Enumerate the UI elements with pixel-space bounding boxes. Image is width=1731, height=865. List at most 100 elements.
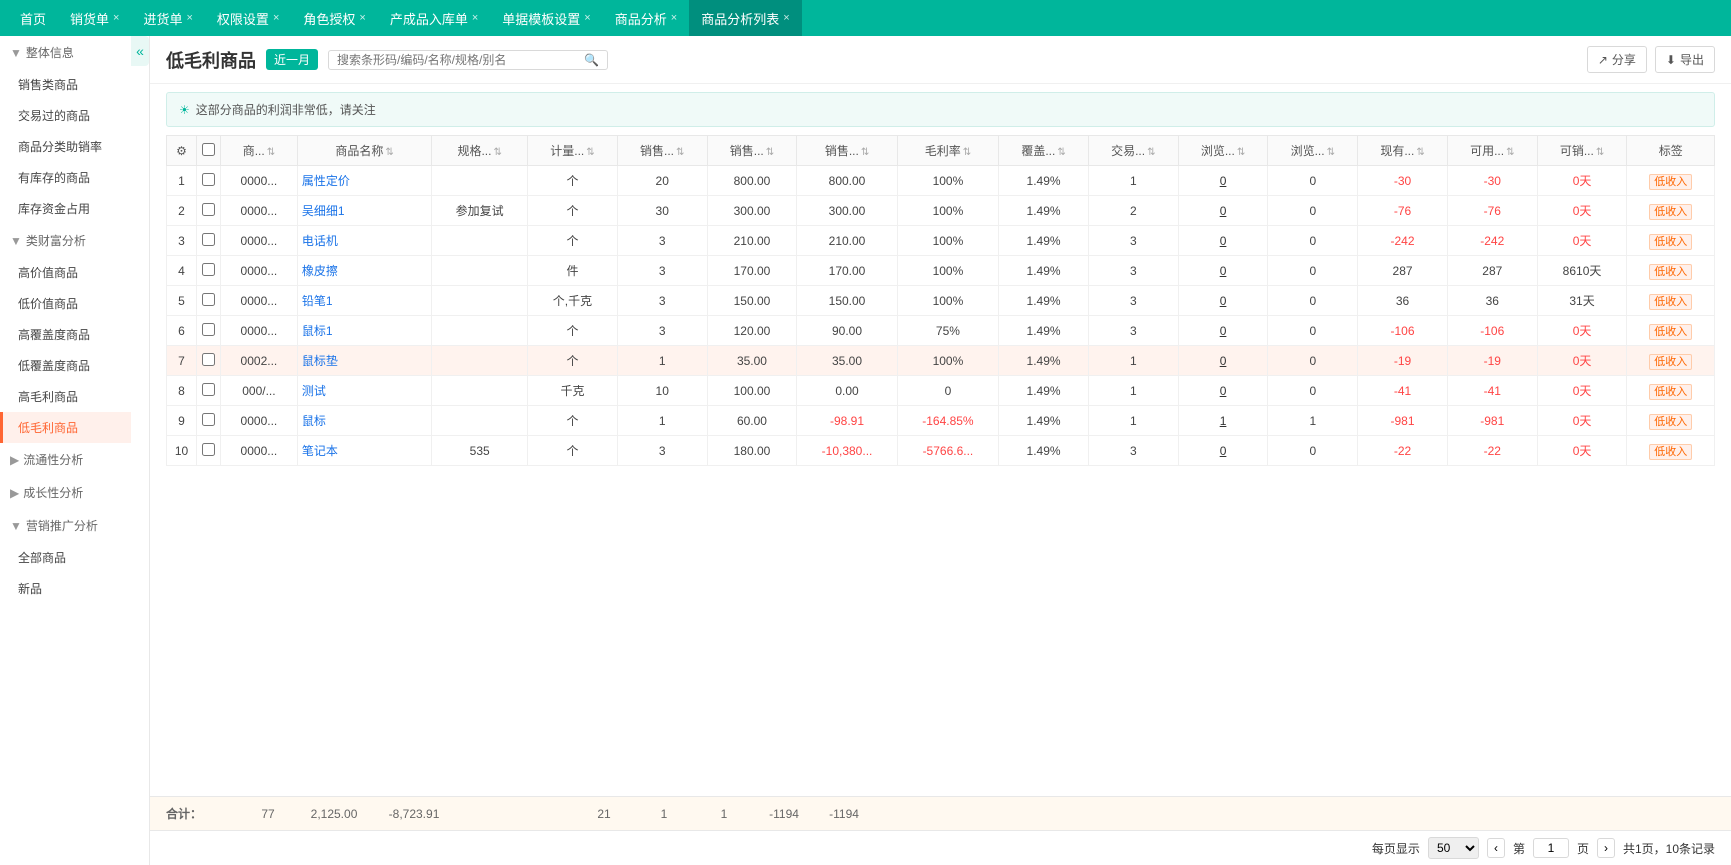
sidebar-item-all-goods[interactable]: 全部商品 (0, 542, 131, 573)
cell-browse1[interactable]: 0 (1178, 256, 1268, 286)
sidebar-item-category-rate[interactable]: 商品分类助销率 (0, 131, 131, 162)
cell-checkbox[interactable] (197, 196, 221, 226)
sidebar-group-wealth[interactable]: ▼ 类财富分析 (0, 224, 131, 257)
sort-sales2-icon[interactable]: ⇅ (766, 147, 774, 158)
sidebar-group-overall[interactable]: ▼ 整体信息 (0, 36, 131, 69)
nav-item-perms[interactable]: 权限设置 × (205, 0, 291, 36)
sidebar-group-liquidity[interactable]: ▶ 流通性分析 (0, 443, 131, 476)
row-checkbox[interactable] (202, 263, 215, 276)
cell-name[interactable]: 鼠标垫 (297, 346, 431, 376)
export-button[interactable]: ⬇ 导出 (1655, 46, 1715, 73)
row-checkbox[interactable] (202, 383, 215, 396)
close-purchase-icon[interactable]: × (186, 12, 192, 24)
close-sales-icon[interactable]: × (113, 12, 119, 24)
sort-unit-icon[interactable]: ⇅ (586, 147, 594, 158)
sidebar-item-high-coverage[interactable]: 高覆盖度商品 (0, 319, 131, 350)
cell-checkbox[interactable] (197, 316, 221, 346)
row-checkbox[interactable] (202, 203, 215, 216)
sidebar-item-new-goods[interactable]: 新品 (0, 573, 131, 604)
cell-checkbox[interactable] (197, 376, 221, 406)
nav-item-template[interactable]: 单据模板设置 × (490, 0, 602, 36)
cell-checkbox[interactable] (197, 436, 221, 466)
cell-browse1[interactable]: 0 (1178, 316, 1268, 346)
sort-browse2-icon[interactable]: ⇅ (1327, 147, 1335, 158)
cell-checkbox[interactable] (197, 346, 221, 376)
sort-transaction-icon[interactable]: ⇅ (1147, 147, 1155, 158)
prev-page-button[interactable]: ‹ (1487, 838, 1505, 858)
sidebar-group-growth[interactable]: ▶ 成长性分析 (0, 476, 131, 509)
search-input[interactable] (337, 53, 584, 67)
nav-item-purchase[interactable]: 进货单 × (131, 0, 204, 36)
sort-gross-icon[interactable]: ⇅ (963, 147, 971, 158)
cell-checkbox[interactable] (197, 226, 221, 256)
cell-checkbox[interactable] (197, 286, 221, 316)
cell-checkbox[interactable] (197, 166, 221, 196)
close-perms-icon[interactable]: × (273, 12, 279, 24)
cell-name[interactable]: 电话机 (297, 226, 431, 256)
row-checkbox[interactable] (202, 353, 215, 366)
sidebar-item-high-margin[interactable]: 高毛利商品 (0, 381, 131, 412)
cell-name[interactable]: 属性定价 (297, 166, 431, 196)
close-roles-icon[interactable]: × (359, 12, 365, 24)
sidebar-item-low-coverage[interactable]: 低覆盖度商品 (0, 350, 131, 381)
per-page-select[interactable]: 50 100 200 (1428, 837, 1479, 859)
sidebar-item-low-margin[interactable]: 低毛利商品 (0, 412, 131, 443)
cell-browse1[interactable]: 0 (1178, 226, 1268, 256)
cell-checkbox[interactable] (197, 256, 221, 286)
row-checkbox[interactable] (202, 443, 215, 456)
sort-name-icon[interactable]: ⇅ (385, 147, 393, 158)
cell-browse1[interactable]: 1 (1178, 406, 1268, 436)
sidebar-item-low-value[interactable]: 低价值商品 (0, 288, 131, 319)
next-page-button[interactable]: › (1597, 838, 1615, 858)
sidebar-collapse-button[interactable]: « (131, 36, 149, 66)
close-template-icon[interactable]: × (584, 12, 590, 24)
sidebar-item-high-value[interactable]: 高价值商品 (0, 257, 131, 288)
page-input[interactable] (1533, 838, 1569, 858)
nav-item-roles[interactable]: 角色授权 × (291, 0, 377, 36)
row-checkbox[interactable] (202, 413, 215, 426)
cell-name[interactable]: 吴细细1 (297, 196, 431, 226)
cell-browse1[interactable]: 0 (1178, 196, 1268, 226)
close-product-in-icon[interactable]: × (472, 12, 478, 24)
th-settings[interactable]: ⚙ (167, 136, 197, 166)
sort-stock-icon[interactable]: ⇅ (1416, 147, 1424, 158)
cell-browse1[interactable]: 0 (1178, 166, 1268, 196)
cell-name[interactable]: 橡皮擦 (297, 256, 431, 286)
sidebar-item-in-stock[interactable]: 有库存的商品 (0, 162, 131, 193)
sort-sales1-icon[interactable]: ⇅ (676, 147, 684, 158)
row-checkbox[interactable] (202, 323, 215, 336)
cell-browse1[interactable]: 0 (1178, 286, 1268, 316)
close-analysis-icon[interactable]: × (671, 12, 677, 24)
row-checkbox[interactable] (202, 233, 215, 246)
sort-sales3-icon[interactable]: ⇅ (861, 147, 869, 158)
select-all-checkbox[interactable] (202, 143, 215, 156)
cell-name[interactable]: 鼠标1 (297, 316, 431, 346)
sidebar-item-sales-goods[interactable]: 销售类商品 (0, 69, 131, 100)
sort-browse1-icon[interactable]: ⇅ (1237, 147, 1245, 158)
sort-available-icon[interactable]: ⇅ (1506, 147, 1514, 158)
cell-name[interactable]: 笔记本 (297, 436, 431, 466)
nav-item-sales[interactable]: 销货单 × (58, 0, 131, 36)
sidebar-group-marketing[interactable]: ▼ 营销推广分析 (0, 509, 131, 542)
close-analysis-list-icon[interactable]: × (783, 12, 789, 24)
nav-item-home[interactable]: 首页 (8, 0, 58, 36)
sort-spec-icon[interactable]: ⇅ (493, 147, 501, 158)
search-icon[interactable]: 🔍 (584, 53, 599, 67)
sidebar-item-traded-goods[interactable]: 交易过的商品 (0, 100, 131, 131)
nav-item-product-in[interactable]: 产成品入库单 × (378, 0, 490, 36)
cell-browse1[interactable]: 0 (1178, 346, 1268, 376)
sort-coverage-icon[interactable]: ⇅ (1057, 147, 1065, 158)
nav-item-analysis[interactable]: 商品分析 × (603, 0, 689, 36)
period-tag-button[interactable]: 近一月 (266, 49, 318, 70)
row-checkbox[interactable] (202, 293, 215, 306)
cell-name[interactable]: 测试 (297, 376, 431, 406)
cell-name[interactable]: 鼠标 (297, 406, 431, 436)
sidebar-item-capital[interactable]: 库存资金占用 (0, 193, 131, 224)
row-checkbox[interactable] (202, 173, 215, 186)
sort-saleable-icon[interactable]: ⇅ (1596, 147, 1604, 158)
cell-browse1[interactable]: 0 (1178, 376, 1268, 406)
cell-name[interactable]: 铅笔1 (297, 286, 431, 316)
cell-checkbox[interactable] (197, 406, 221, 436)
th-checkbox[interactable] (197, 136, 221, 166)
sort-code-icon[interactable]: ⇅ (267, 147, 275, 158)
